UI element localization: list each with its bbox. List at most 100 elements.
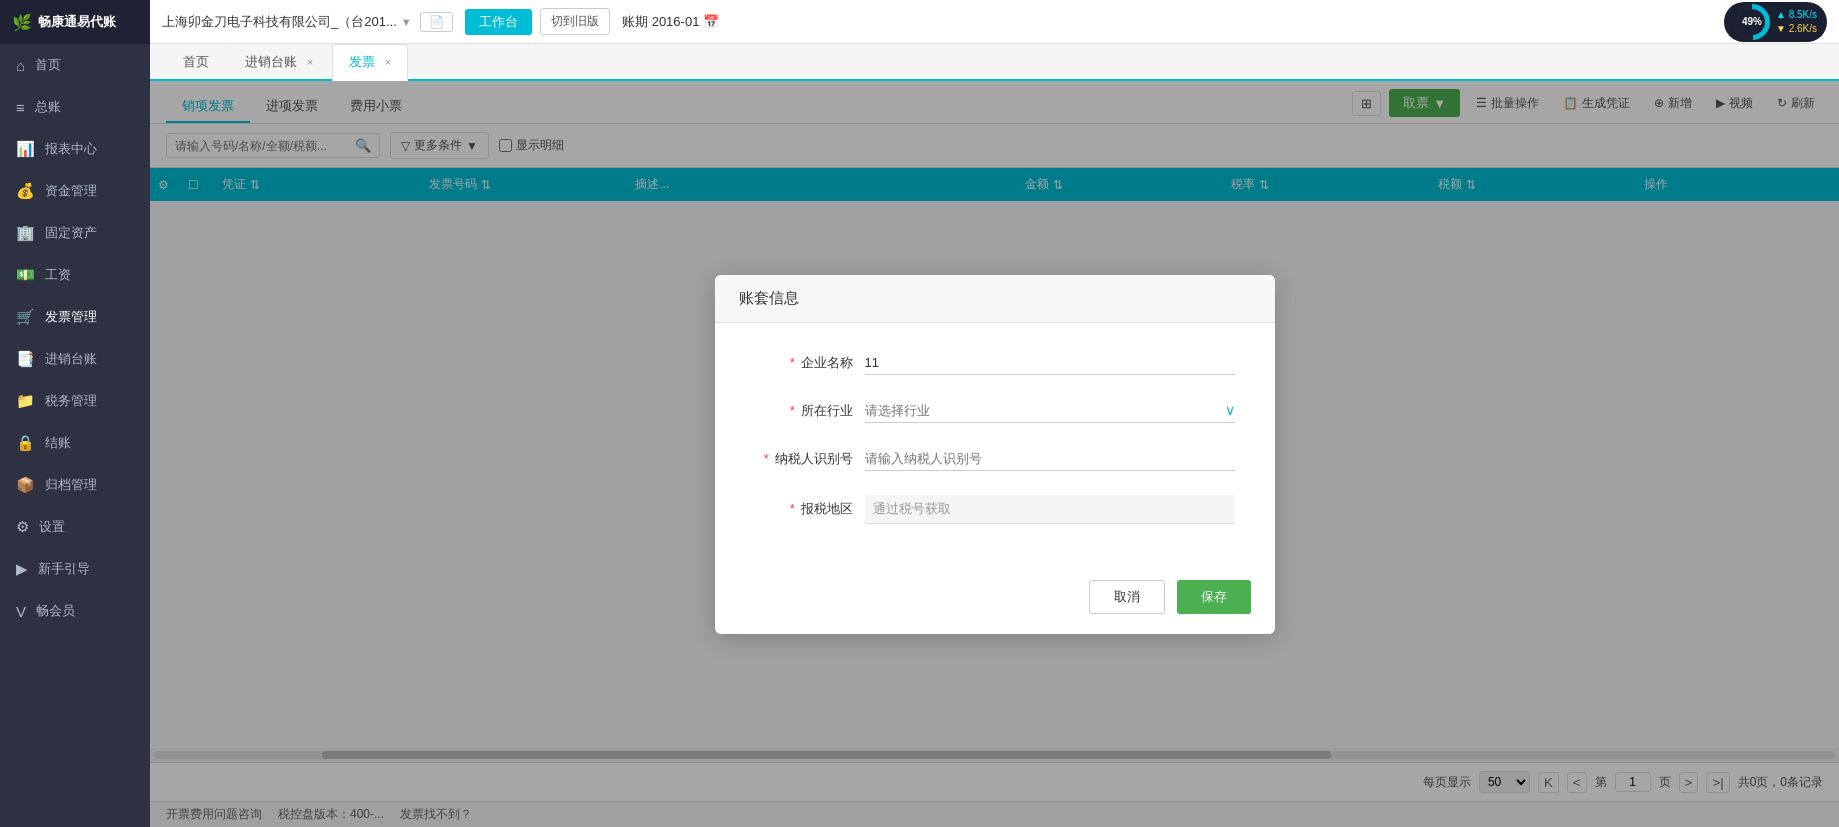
sidebar-item-label: 资金管理: [45, 182, 97, 200]
industry-chevron-icon: ∨: [1225, 402, 1235, 418]
company-name-input[interactable]: [865, 351, 1235, 375]
company-name-row: * 企业名称: [755, 351, 1235, 375]
sidebar-item-label: 工资: [45, 266, 71, 284]
sidebar-item-purchase[interactable]: 📑 进销台账: [0, 338, 150, 380]
sidebar-item-label: 新手引导: [38, 560, 90, 578]
archive-icon: 📦: [16, 476, 35, 494]
sidebar-item-label: 结账: [45, 434, 71, 452]
workspace-button[interactable]: 工作台: [465, 9, 532, 35]
save-button[interactable]: 保存: [1177, 580, 1251, 614]
tax-id-row: * 纳税人识别号: [755, 447, 1235, 471]
sidebar-item-fund[interactable]: 💰 资金管理: [0, 170, 150, 212]
period-display: 账期 2016-01 📅: [622, 13, 720, 31]
sidebar-item-invoice[interactable]: 🛒 发票管理: [0, 296, 150, 338]
sidebar-item-close[interactable]: 🔒 结账: [0, 422, 150, 464]
topbar: 上海卯金刀电子科技有限公司_（台201... ▼ 📄 工作台 切到旧版 账期 2…: [150, 0, 1839, 44]
guide-icon: ▶: [16, 560, 28, 578]
period-label: 账期: [622, 13, 648, 31]
tax-region-label: * 报税地区: [755, 500, 865, 518]
industry-select-wrapper[interactable]: ∨: [865, 399, 1235, 423]
required-mark: *: [790, 501, 795, 516]
tab-invoice-close-icon[interactable]: ×: [385, 56, 391, 68]
sidebar-item-label: 归档管理: [45, 476, 97, 494]
member-icon: V: [16, 603, 26, 620]
sidebar-item-label: 固定资产: [45, 224, 97, 242]
tax-region-display: 通过税号获取: [865, 495, 1235, 524]
tab-purchase-close-icon[interactable]: ×: [307, 56, 313, 68]
industry-label: * 所在行业: [755, 402, 865, 420]
network-percent-display: 49%: [1739, 9, 1765, 35]
sidebar-item-label: 设置: [39, 518, 65, 536]
purchase-icon: 📑: [16, 350, 35, 368]
tab-home[interactable]: 首页: [166, 44, 226, 79]
network-circle: 49%: [1734, 4, 1770, 40]
sidebar-item-label: 税务管理: [45, 392, 97, 410]
salary-icon: 💵: [16, 266, 35, 284]
settings-icon: ⚙: [16, 518, 29, 536]
modal-header: 账套信息: [715, 275, 1275, 323]
ledger-icon: ≡: [16, 99, 25, 116]
fund-icon: 💰: [16, 182, 35, 200]
sidebar-item-label: 总账: [35, 98, 61, 116]
period-value: 2016-01: [652, 14, 700, 29]
sidebar-item-ledger[interactable]: ≡ 总账: [0, 86, 150, 128]
tab-purchase-label: 进销台账: [245, 54, 297, 69]
modal-body: * 企业名称 * 所在行业: [715, 323, 1275, 568]
tab-invoice-label: 发票: [349, 54, 375, 69]
content-area: 销项发票 进项发票 费用小票 ⊞ 取票 ▼: [150, 81, 1839, 827]
sidebar-item-label: 进销台账: [45, 350, 97, 368]
tax-region-row: * 报税地区 通过税号获取: [755, 495, 1235, 524]
copy-company-button[interactable]: 📄: [420, 12, 453, 32]
tax-id-label: * 纳税人识别号: [755, 450, 865, 468]
old-version-button[interactable]: 切到旧版: [540, 8, 610, 35]
sidebar-item-guide[interactable]: ▶ 新手引导: [0, 548, 150, 590]
logo-icon: 🌿: [12, 13, 32, 32]
download-speed: ▼ 2.6K/s: [1776, 22, 1817, 36]
upload-speed: ▲ 8.5K/s: [1776, 8, 1817, 22]
calendar-icon: 📅: [703, 14, 719, 29]
sidebar-item-settings[interactable]: ⚙ 设置: [0, 506, 150, 548]
modal-overlay: 账套信息 * 企业名称: [150, 81, 1839, 827]
tab-invoice[interactable]: 发票 ×: [332, 44, 408, 81]
sidebar-item-label: 发票管理: [45, 308, 97, 326]
sidebar: 🌿 畅康通易代账 ⌂ 首页 ≡ 总账 📊 报表中心 💰 资金管理 🏢 固定资产 …: [0, 0, 150, 827]
tab-home-label: 首页: [183, 54, 209, 69]
modal-title: 账套信息: [739, 289, 799, 306]
home-icon: ⌂: [16, 57, 25, 74]
sidebar-logo: 🌿 畅康通易代账: [0, 0, 150, 44]
required-mark: *: [764, 451, 769, 466]
invoice-icon: 🛒: [16, 308, 35, 326]
sidebar-item-label: 首页: [35, 56, 61, 74]
fixed-icon: 🏢: [16, 224, 35, 242]
account-info-modal: 账套信息 * 企业名称: [715, 275, 1275, 634]
tabs-bar: 首页 进销台账 × 发票 ×: [150, 44, 1839, 81]
close-period-icon: 🔒: [16, 434, 35, 452]
industry-select-input[interactable]: [865, 399, 1225, 422]
tax-id-input[interactable]: [865, 447, 1235, 471]
company-name-text: 上海卯金刀电子科技有限公司_（台201...: [162, 13, 397, 31]
network-percent-text: 49%: [1742, 16, 1762, 27]
tax-icon: 📁: [16, 392, 35, 410]
company-chevron-icon: ▼: [401, 16, 412, 28]
sidebar-item-tax[interactable]: 📁 税务管理: [0, 380, 150, 422]
tab-purchase[interactable]: 进销台账 ×: [228, 44, 330, 79]
company-name: 上海卯金刀电子科技有限公司_（台201... ▼: [162, 13, 412, 31]
company-name-label: * 企业名称: [755, 354, 865, 372]
modal-footer: 取消 保存: [715, 568, 1275, 634]
sidebar-item-label: 畅会员: [36, 602, 75, 620]
cancel-button[interactable]: 取消: [1089, 580, 1165, 614]
required-mark: *: [790, 403, 795, 418]
sidebar-item-home[interactable]: ⌂ 首页: [0, 44, 150, 86]
network-speeds: ▲ 8.5K/s ▼ 2.6K/s: [1776, 8, 1817, 36]
sidebar-item-archive[interactable]: 📦 归档管理: [0, 464, 150, 506]
sidebar-item-fixed[interactable]: 🏢 固定资产: [0, 212, 150, 254]
industry-row: * 所在行业 ∨: [755, 399, 1235, 423]
logo-text: 畅康通易代账: [38, 13, 116, 31]
topbar-right: 49% ▲ 8.5K/s ▼ 2.6K/s: [1724, 2, 1827, 42]
sidebar-item-label: 报表中心: [45, 140, 97, 158]
required-mark: *: [790, 355, 795, 370]
sidebar-item-report[interactable]: 📊 报表中心: [0, 128, 150, 170]
sidebar-item-salary[interactable]: 💵 工资: [0, 254, 150, 296]
main-area: 上海卯金刀电子科技有限公司_（台201... ▼ 📄 工作台 切到旧版 账期 2…: [150, 0, 1839, 827]
sidebar-item-member[interactable]: V 畅会员: [0, 590, 150, 632]
